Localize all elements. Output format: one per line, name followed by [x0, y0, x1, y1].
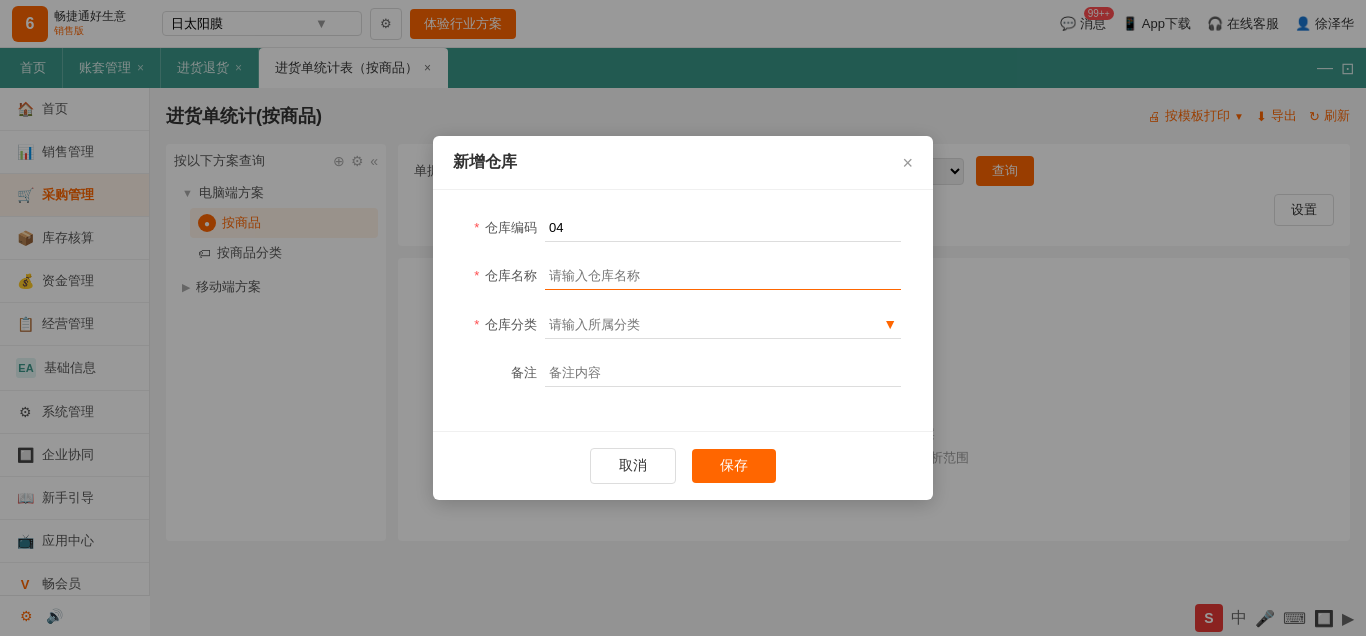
category-label: * 仓库分类	[465, 316, 545, 334]
cancel-button[interactable]: 取消	[590, 448, 676, 484]
code-label: * 仓库编码	[465, 219, 545, 237]
warehouse-code-input[interactable]	[545, 214, 901, 242]
modal-title: 新增仓库	[453, 152, 517, 173]
note-label: 备注	[465, 364, 545, 382]
category-dropdown-icon[interactable]: ▼	[883, 316, 897, 332]
modal-close-button[interactable]: ×	[902, 154, 913, 172]
category-select-row[interactable]: ▼	[545, 310, 901, 339]
required-star-name: *	[474, 268, 479, 283]
form-row-name: * 仓库名称	[465, 262, 901, 290]
save-button[interactable]: 保存	[692, 449, 776, 483]
modal-new-warehouse: 新增仓库 × * 仓库编码 * 仓库名称	[433, 136, 933, 500]
required-star-code: *	[474, 220, 479, 235]
modal-footer: 取消 保存	[433, 431, 933, 500]
category-input[interactable]	[549, 317, 883, 332]
warehouse-note-input[interactable]	[545, 359, 901, 387]
modal-body: * 仓库编码 * 仓库名称 * 仓库分类	[433, 190, 933, 431]
form-row-category: * 仓库分类 ▼	[465, 310, 901, 339]
required-star-category: *	[474, 317, 479, 332]
form-row-code: * 仓库编码	[465, 214, 901, 242]
warehouse-name-input[interactable]	[545, 262, 901, 290]
form-row-note: 备注	[465, 359, 901, 387]
modal-header: 新增仓库 ×	[433, 136, 933, 190]
modal-overlay: 新增仓库 × * 仓库编码 * 仓库名称	[0, 0, 1366, 636]
name-label: * 仓库名称	[465, 267, 545, 285]
